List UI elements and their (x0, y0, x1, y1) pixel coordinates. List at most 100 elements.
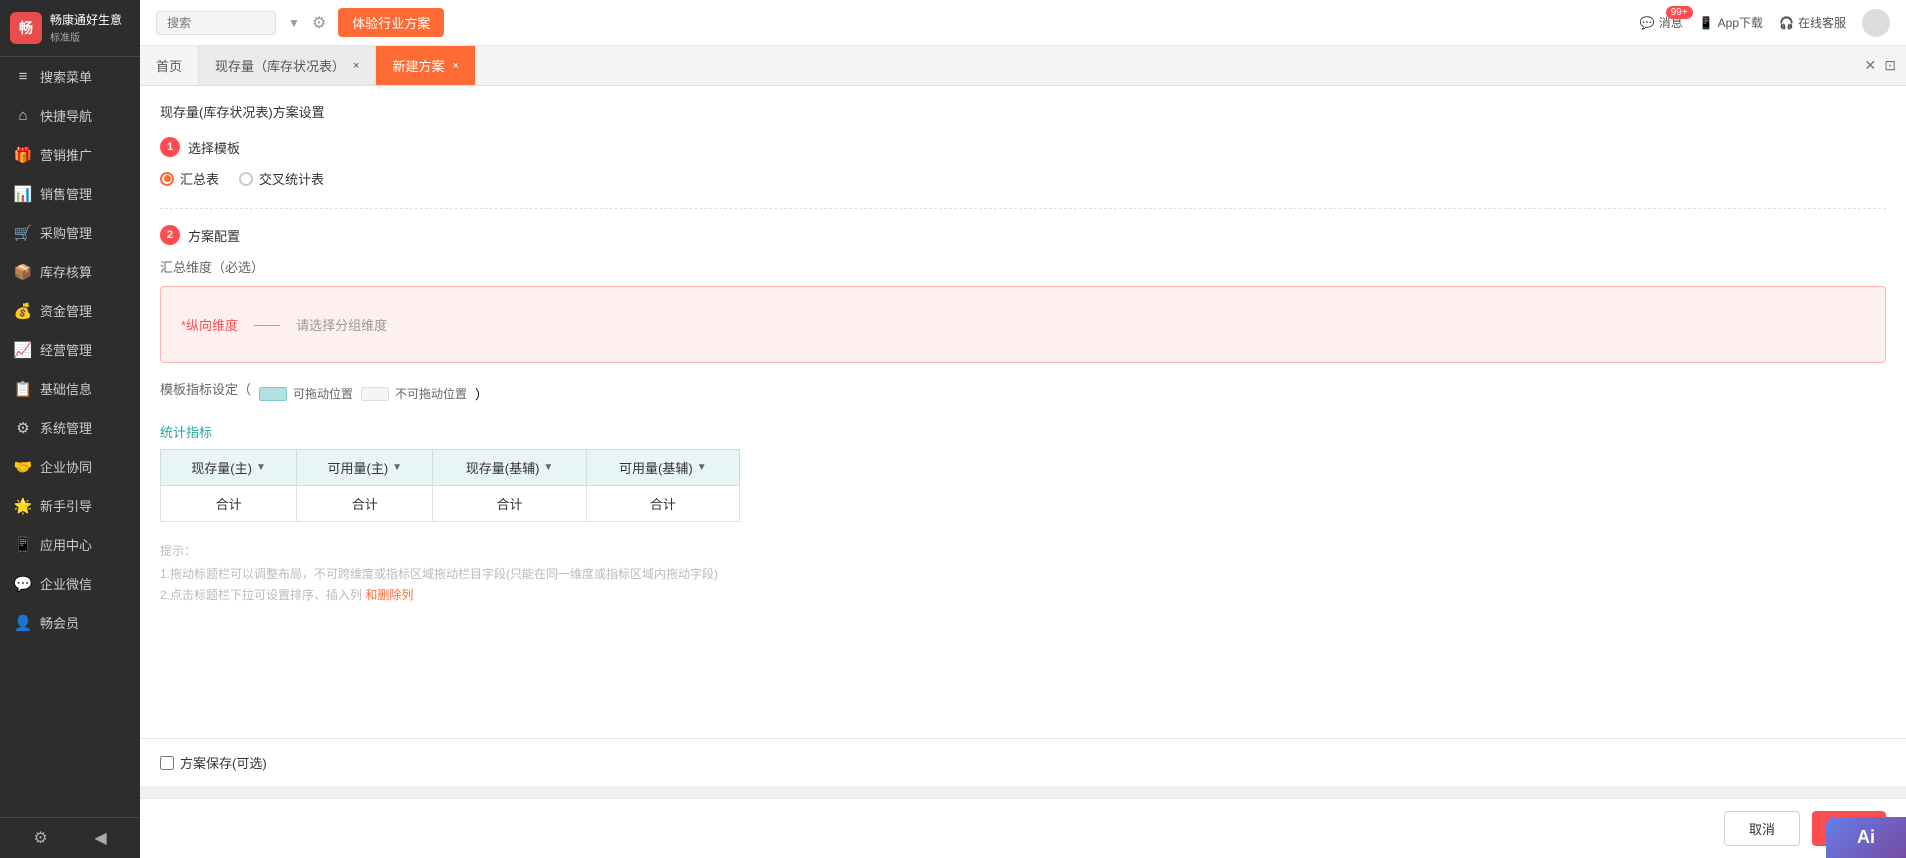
col-header-4[interactable]: 可用量(基辅) ▼ (586, 450, 739, 486)
sidebar: 畅 畅康通好生意 标准版 ≡ 搜索菜单 ⌂ 快捷导航 🎁 营销推广 📊 销售管理… (0, 0, 140, 858)
app-download-label: App下载 (1718, 14, 1763, 31)
tab-inventory-status[interactable]: 现存量（库存状况表） × (199, 46, 376, 85)
tab-inventory-label: 现存量（库存状况表） (215, 56, 345, 75)
sidebar-item-finance[interactable]: 💰 资金管理 (0, 291, 140, 330)
close-panel-icon[interactable]: ✕ (1865, 57, 1877, 74)
close-inventory-tab-icon[interactable]: × (353, 60, 359, 72)
footer-bar: 取消 查询 (140, 798, 1906, 858)
template-radio-group: 汇总表 交叉统计表 (160, 169, 1886, 188)
legend-non-draggable-item: 不可拖动位置 (361, 385, 467, 402)
close-new-plan-tab-icon[interactable]: × (452, 60, 458, 72)
gift-icon: 🎁 (14, 146, 32, 164)
online-service-label: 在线客服 (1798, 14, 1846, 31)
user-avatar[interactable] (1862, 9, 1890, 37)
search-arrow-icon[interactable]: ▼ (288, 16, 300, 30)
tips-item1: 1.拖动标题栏可以调整布局，不可跨维度或指标区域拖动栏目字段(只能在同一维度或指… (160, 565, 1886, 582)
sidebar-item-quick-nav[interactable]: ⌂ 快捷导航 (0, 96, 140, 135)
download-icon: 📱 (1699, 16, 1714, 30)
panel-title: 现存量(库存状况表)方案设置 (160, 102, 1886, 121)
sidebar-item-marketing[interactable]: 🎁 营销推广 (0, 135, 140, 174)
radio-summary-label: 汇总表 (180, 169, 219, 188)
trial-button[interactable]: 体验行业方案 (338, 8, 444, 37)
online-service-button[interactable]: 🎧 在线客服 (1779, 14, 1846, 31)
col-header-2[interactable]: 可用量(主) ▼ (297, 450, 433, 486)
radio-cross[interactable]: 交叉统计表 (239, 169, 324, 188)
sidebar-item-basic-info[interactable]: 📋 基础信息 (0, 369, 140, 408)
tabbar: 首页 现存量（库存状况表） × 新建方案 × ✕ ⊡ (140, 46, 1906, 86)
step1-title: 选择模板 (188, 138, 240, 157)
tips-highlight: 和删除列 (365, 588, 413, 602)
collapse-sidebar-icon[interactable]: ◀ (94, 828, 106, 848)
sidebar-item-search-menu[interactable]: ≡ 搜索菜单 (0, 57, 140, 96)
search-input[interactable] (156, 11, 276, 35)
stats-section: 统计指标 现存量(主) ▼ (160, 422, 1886, 522)
expand-panel-icon[interactable]: ⊡ (1884, 57, 1896, 74)
cell-1-2: 合计 (297, 486, 433, 522)
step2-title: 方案配置 (188, 226, 240, 245)
non-draggable-legend-label: 不可拖动位置 (395, 385, 467, 402)
app-icon: 📱 (14, 536, 32, 554)
cart-icon: 🛒 (14, 224, 32, 242)
tips-title: 提示： (160, 542, 1886, 559)
business-icon: 📈 (14, 341, 32, 359)
chart-icon: 📊 (14, 185, 32, 203)
tabbar-right-controls: ✕ ⊡ (1855, 46, 1906, 85)
money-icon: 💰 (14, 302, 32, 320)
sidebar-item-sales[interactable]: 📊 销售管理 (0, 174, 140, 213)
col1-chevron-icon[interactable]: ▼ (256, 462, 266, 473)
info-icon: 📋 (14, 380, 32, 398)
sidebar-footer: ⚙ ◀ (0, 817, 140, 858)
message-badge: 99+ (1666, 6, 1693, 19)
sidebar-item-purchase[interactable]: 🛒 采购管理 (0, 213, 140, 252)
service-icon: 🎧 (1779, 16, 1794, 30)
sidebar-item-business[interactable]: 📈 经营管理 (0, 330, 140, 369)
system-icon: ⚙ (14, 419, 32, 437)
message-icon: 💬 (1640, 16, 1655, 30)
content-area: 现存量(库存状况表)方案设置 1 选择模板 汇总表 交叉统计表 (140, 86, 1906, 798)
sidebar-item-system[interactable]: ⚙ 系统管理 (0, 408, 140, 447)
radio-summary[interactable]: 汇总表 (160, 169, 219, 188)
dimension-box: *纵向维度 —— 请选择分组维度 (160, 286, 1886, 363)
col4-chevron-icon[interactable]: ▼ (697, 462, 707, 473)
sidebar-item-app-center[interactable]: 📱 应用中心 (0, 525, 140, 564)
col3-chevron-icon[interactable]: ▼ (543, 462, 553, 473)
topbar: ▼ ⚙ 体验行业方案 💬 消息 99+ 📱 App下载 🎧 在线客服 (140, 0, 1906, 46)
col2-chevron-icon[interactable]: ▼ (392, 462, 402, 473)
home-icon: ⌂ (14, 107, 32, 125)
app-version: 标准版 (50, 29, 122, 44)
col-header-3[interactable]: 现存量(基辅) ▼ (433, 450, 586, 486)
save-checkbox[interactable] (160, 756, 174, 770)
sidebar-item-wechat[interactable]: 💬 企业微信 (0, 564, 140, 603)
step2-header: 2 方案配置 (160, 225, 1886, 245)
panel: 现存量(库存状况表)方案设置 1 选择模板 汇总表 交叉统计表 (140, 86, 1906, 738)
search-menu-icon: ≡ (14, 68, 32, 86)
wechat-icon: 💬 (14, 575, 32, 593)
tab-home-label: 首页 (156, 56, 182, 75)
tips-section: 提示： 1.拖动标题栏可以调整布局，不可跨维度或指标区域拖动栏目字段(只能在同一… (160, 542, 1886, 603)
cancel-button[interactable]: 取消 (1724, 811, 1800, 846)
sidebar-item-enterprise[interactable]: 🤝 企业协同 (0, 447, 140, 486)
settings-icon[interactable]: ⚙ (33, 828, 47, 848)
dimension-placeholder[interactable]: 请选择分组维度 (296, 315, 387, 334)
sidebar-logo: 畅 畅康通好生意 标准版 (0, 0, 140, 57)
draggable-legend-box (259, 387, 287, 401)
tab-home[interactable]: 首页 (140, 46, 199, 85)
metrics-config-row: 模板指标设定（ 可拖动位置 不可拖动位置 ） (160, 379, 1886, 408)
message-button[interactable]: 💬 消息 99+ (1640, 14, 1683, 31)
metrics-config-suffix: ） (475, 384, 488, 403)
table-row-1: 合计 合计 合计 合计 (161, 486, 740, 522)
sidebar-item-inventory[interactable]: 📦 库存核算 (0, 252, 140, 291)
tab-new-plan[interactable]: 新建方案 × (376, 46, 475, 85)
dimension-row: *纵向维度 —— 请选择分组维度 (181, 315, 1865, 334)
enterprise-icon: 🤝 (14, 458, 32, 476)
step2-badge: 2 (160, 225, 180, 245)
radio-cross-label: 交叉统计表 (259, 169, 324, 188)
app-download-button[interactable]: 📱 App下载 (1699, 14, 1763, 31)
settings-gear-icon[interactable]: ⚙ (312, 13, 326, 33)
cell-1-1: 合计 (161, 486, 297, 522)
sidebar-item-member[interactable]: 👤 畅会员 (0, 603, 140, 642)
ai-button[interactable]: Ai (1826, 817, 1906, 858)
col-header-1[interactable]: 现存量(主) ▼ (161, 450, 297, 486)
sidebar-item-new-guide[interactable]: 🌟 新手引导 (0, 486, 140, 525)
draggable-legend-label: 可拖动位置 (293, 385, 353, 402)
